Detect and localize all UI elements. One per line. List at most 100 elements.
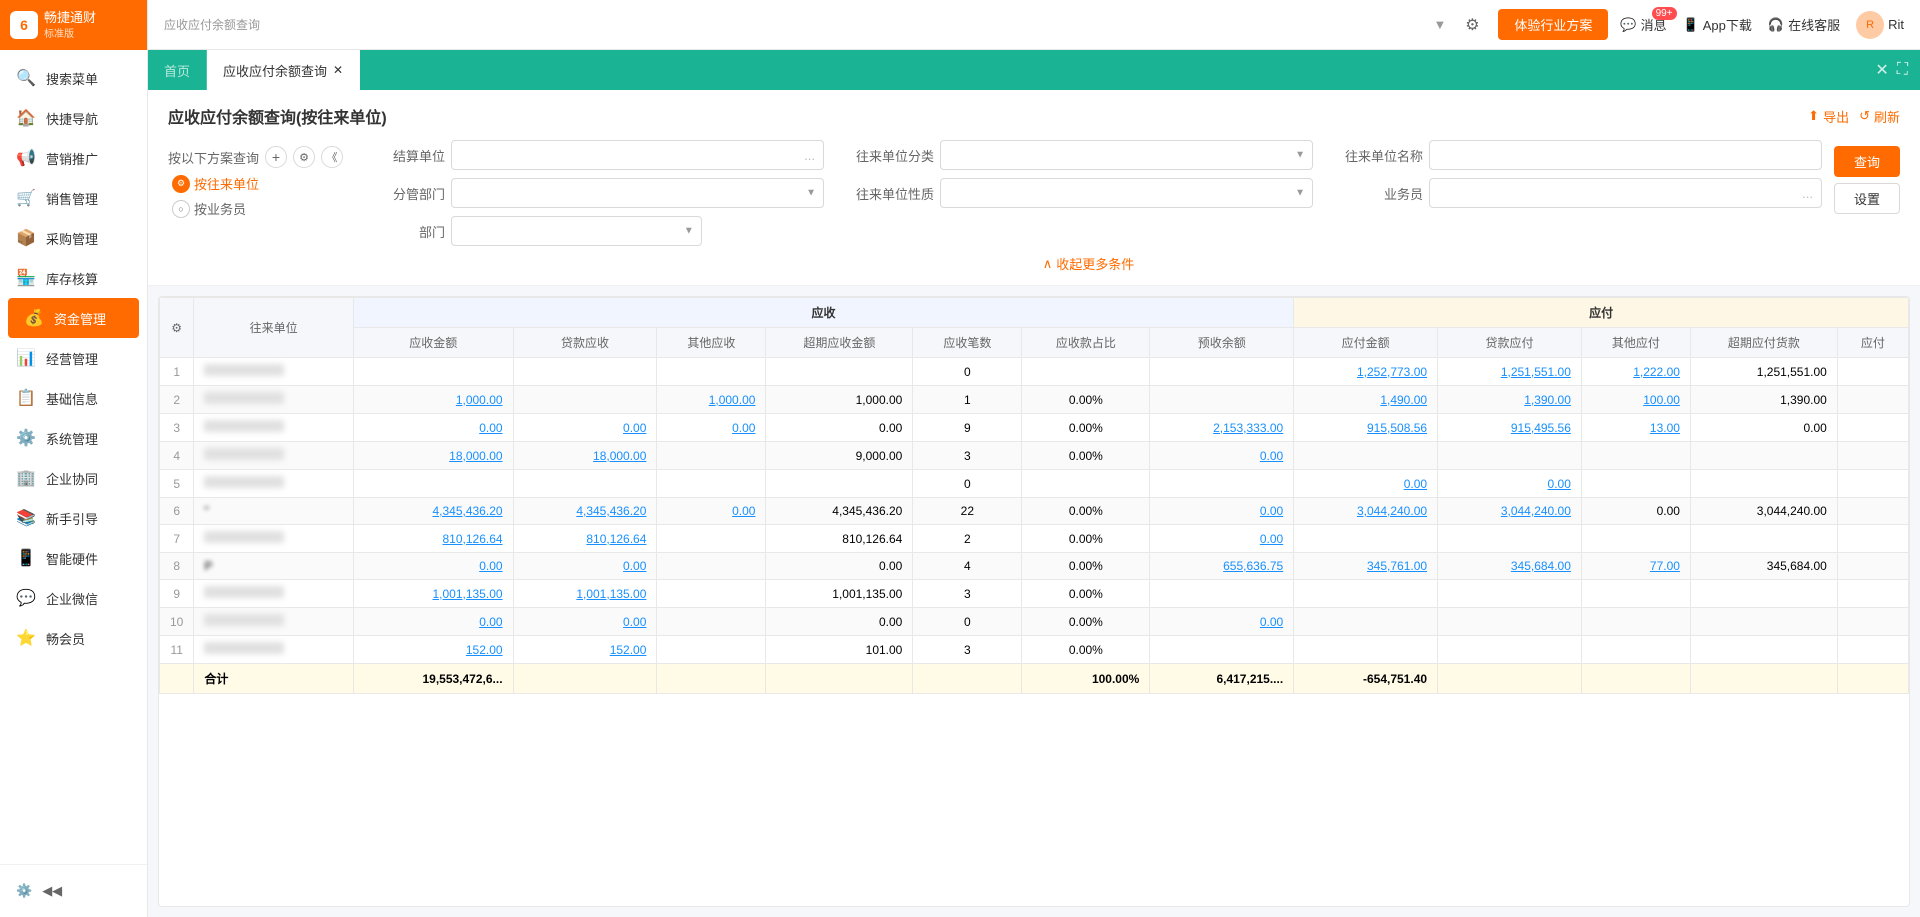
settings-btn[interactable]: 设置	[1834, 183, 1900, 214]
row-ap-amount[interactable]: 345,761.00	[1294, 553, 1438, 580]
col-group-receivable: 应收	[353, 298, 1293, 328]
sidebar-item-marketing[interactable]: 📢 营销推广	[0, 138, 147, 178]
online-service-btn[interactable]: 🎧 在线客服	[1768, 15, 1840, 34]
industry-solution-btn[interactable]: 体验行业方案	[1498, 9, 1608, 40]
sidebar-item-purchase[interactable]: 📦 采购管理	[0, 218, 147, 258]
topbar-chevron-icon[interactable]: ▼	[1433, 17, 1446, 32]
row-ar-prepay[interactable]: 2,153,333.00	[1150, 414, 1294, 442]
row-ap-loan[interactable]: 1,390.00	[1438, 386, 1582, 414]
row-ar-prepay[interactable]: 655,636.75	[1150, 553, 1294, 580]
export-btn[interactable]: ⬆ 导出	[1808, 107, 1849, 126]
row-ap-amount	[1294, 580, 1438, 608]
row-ar-amount[interactable]: 152.00	[353, 636, 513, 664]
settlement-unit-input[interactable]: ...	[451, 140, 824, 170]
row-ar-loan[interactable]: 18,000.00	[513, 442, 657, 470]
row-ar-ratio: 0.00%	[1022, 442, 1150, 470]
row-ap-amount[interactable]: 0.00	[1294, 470, 1438, 498]
tab-close-btn[interactable]: ✕	[333, 63, 343, 77]
dept-manager-select[interactable]	[451, 178, 824, 208]
row-ap-amount[interactable]: 1,490.00	[1294, 386, 1438, 414]
sidebar-item-inventory[interactable]: 🏪 库存核算	[0, 258, 147, 298]
sidebar-item-basic-info[interactable]: 📋 基础信息	[0, 378, 147, 418]
row-ar-amount[interactable]: 4,345,436.20	[353, 498, 513, 525]
row-ar-other	[657, 442, 766, 470]
fullscreen-btn[interactable]: ⛶	[1897, 61, 1908, 79]
add-scheme-btn[interactable]: +	[265, 146, 287, 168]
scheme-settings-btn[interactable]: ⚙	[293, 146, 315, 168]
tab-home[interactable]: 首页	[148, 50, 207, 90]
row-ap-last	[1837, 608, 1908, 636]
row-ap-other[interactable]: 77.00	[1581, 553, 1690, 580]
row-ar-loan[interactable]: 152.00	[513, 636, 657, 664]
unit-nature-select[interactable]	[940, 178, 1313, 208]
row-ap-loan[interactable]: 915,495.56	[1438, 414, 1582, 442]
row-ap-loan[interactable]: 0.00	[1438, 470, 1582, 498]
sidebar-item-search-menu[interactable]: 🔍 搜索菜单	[0, 58, 147, 98]
row-ap-loan[interactable]: 3,044,240.00	[1438, 498, 1582, 525]
row-ar-amount[interactable]: 0.00	[353, 553, 513, 580]
salesperson-input[interactable]: ...	[1429, 178, 1822, 208]
row-ap-loan[interactable]: 345,684.00	[1438, 553, 1582, 580]
row-ar-amount[interactable]: 0.00	[353, 414, 513, 442]
sidebar-item-guide[interactable]: 📚 新手引导	[0, 498, 147, 538]
sidebar-settings-btn[interactable]: ⚙️ ◀◀	[0, 875, 147, 907]
user-avatar[interactable]: R Rit	[1856, 11, 1904, 39]
scheme-collapse-btn[interactable]: 《	[321, 146, 343, 168]
unit-name-input[interactable]	[1429, 140, 1822, 170]
sidebar-item-finance[interactable]: 💰 资金管理	[8, 298, 139, 338]
row-ar-loan[interactable]: 0.00	[513, 608, 657, 636]
col-ar-other: 其他应收	[657, 328, 766, 358]
sidebar-item-wechat[interactable]: 💬 企业微信	[0, 578, 147, 618]
sidebar-item-smart[interactable]: 📱 智能硬件	[0, 538, 147, 578]
tab-balance-query[interactable]: 应收应付余额查询 ✕	[207, 50, 360, 90]
row-ar-loan[interactable]: 0.00	[513, 553, 657, 580]
collapse-btn[interactable]: ∧ 收起更多条件	[1043, 254, 1135, 273]
row-ap-amount[interactable]: 1,252,773.00	[1294, 358, 1438, 386]
row-ar-loan[interactable]: 0.00	[513, 414, 657, 442]
page-header: 应收应付余额查询(按往来单位) ⬆ 导出 ↺ 刷新	[148, 90, 1920, 128]
sidebar-item-operations[interactable]: 📊 经营管理	[0, 338, 147, 378]
refresh-btn[interactable]: ↺ 刷新	[1859, 107, 1900, 126]
message-btn[interactable]: 💬 消息 99+	[1620, 15, 1666, 34]
operations-icon: 📊	[16, 348, 36, 368]
row-ap-other[interactable]: 13.00	[1581, 414, 1690, 442]
footer-ap-other	[1581, 664, 1690, 694]
row-ar-loan[interactable]: 4,345,436.20	[513, 498, 657, 525]
row-ar-other[interactable]: 0.00	[657, 498, 766, 525]
table-settings-icon[interactable]: ⚙	[160, 298, 194, 358]
app-download-btn[interactable]: 📱 App下载	[1683, 15, 1752, 34]
row-ar-amount[interactable]: 810,126.64	[353, 525, 513, 553]
row-ar-other[interactable]: 0.00	[657, 414, 766, 442]
row-ar-amount[interactable]: 0.00	[353, 608, 513, 636]
unit-category-select[interactable]	[940, 140, 1313, 170]
scheme-by-unit[interactable]: ⚙ 按往来单位	[168, 174, 343, 193]
sidebar-item-sales[interactable]: 🛒 销售管理	[0, 178, 147, 218]
row-ap-amount[interactable]: 3,044,240.00	[1294, 498, 1438, 525]
row-ap-amount[interactable]: 915,508.56	[1294, 414, 1438, 442]
topbar-settings-btn[interactable]: ⚙	[1458, 11, 1486, 39]
row-ar-ratio: 0.00%	[1022, 553, 1150, 580]
sidebar-item-quick-nav[interactable]: 🏠 快捷导航	[0, 98, 147, 138]
row-ap-other[interactable]: 100.00	[1581, 386, 1690, 414]
row-ar-amount[interactable]: 1,000.00	[353, 386, 513, 414]
salesperson-label: 业务员	[1333, 184, 1423, 203]
query-btn[interactable]: 查询	[1834, 146, 1900, 177]
row-ap-other[interactable]: 1,222.00	[1581, 358, 1690, 386]
row-ar-prepay[interactable]: 0.00	[1150, 525, 1294, 553]
row-ar-loan[interactable]: 810,126.64	[513, 525, 657, 553]
sidebar-item-label: 新手引导	[46, 509, 98, 528]
scheme-by-staff[interactable]: ○ 按业务员	[168, 199, 343, 218]
sidebar-item-system[interactable]: ⚙️ 系统管理	[0, 418, 147, 458]
sidebar-item-member[interactable]: ⭐ 畅会员	[0, 618, 147, 658]
row-ar-amount[interactable]: 1,001,135.00	[353, 580, 513, 608]
row-ar-prepay[interactable]: 0.00	[1150, 608, 1294, 636]
row-ar-other[interactable]: 1,000.00	[657, 386, 766, 414]
row-ar-loan[interactable]: 1,001,135.00	[513, 580, 657, 608]
row-ap-loan[interactable]: 1,251,551.00	[1438, 358, 1582, 386]
row-ar-prepay[interactable]: 0.00	[1150, 498, 1294, 525]
sidebar-item-corp[interactable]: 🏢 企业协同	[0, 458, 147, 498]
row-ar-prepay[interactable]: 0.00	[1150, 442, 1294, 470]
dept-select[interactable]	[451, 216, 702, 246]
close-window-btn[interactable]: ✕	[1875, 60, 1888, 80]
row-ar-amount[interactable]: 18,000.00	[353, 442, 513, 470]
